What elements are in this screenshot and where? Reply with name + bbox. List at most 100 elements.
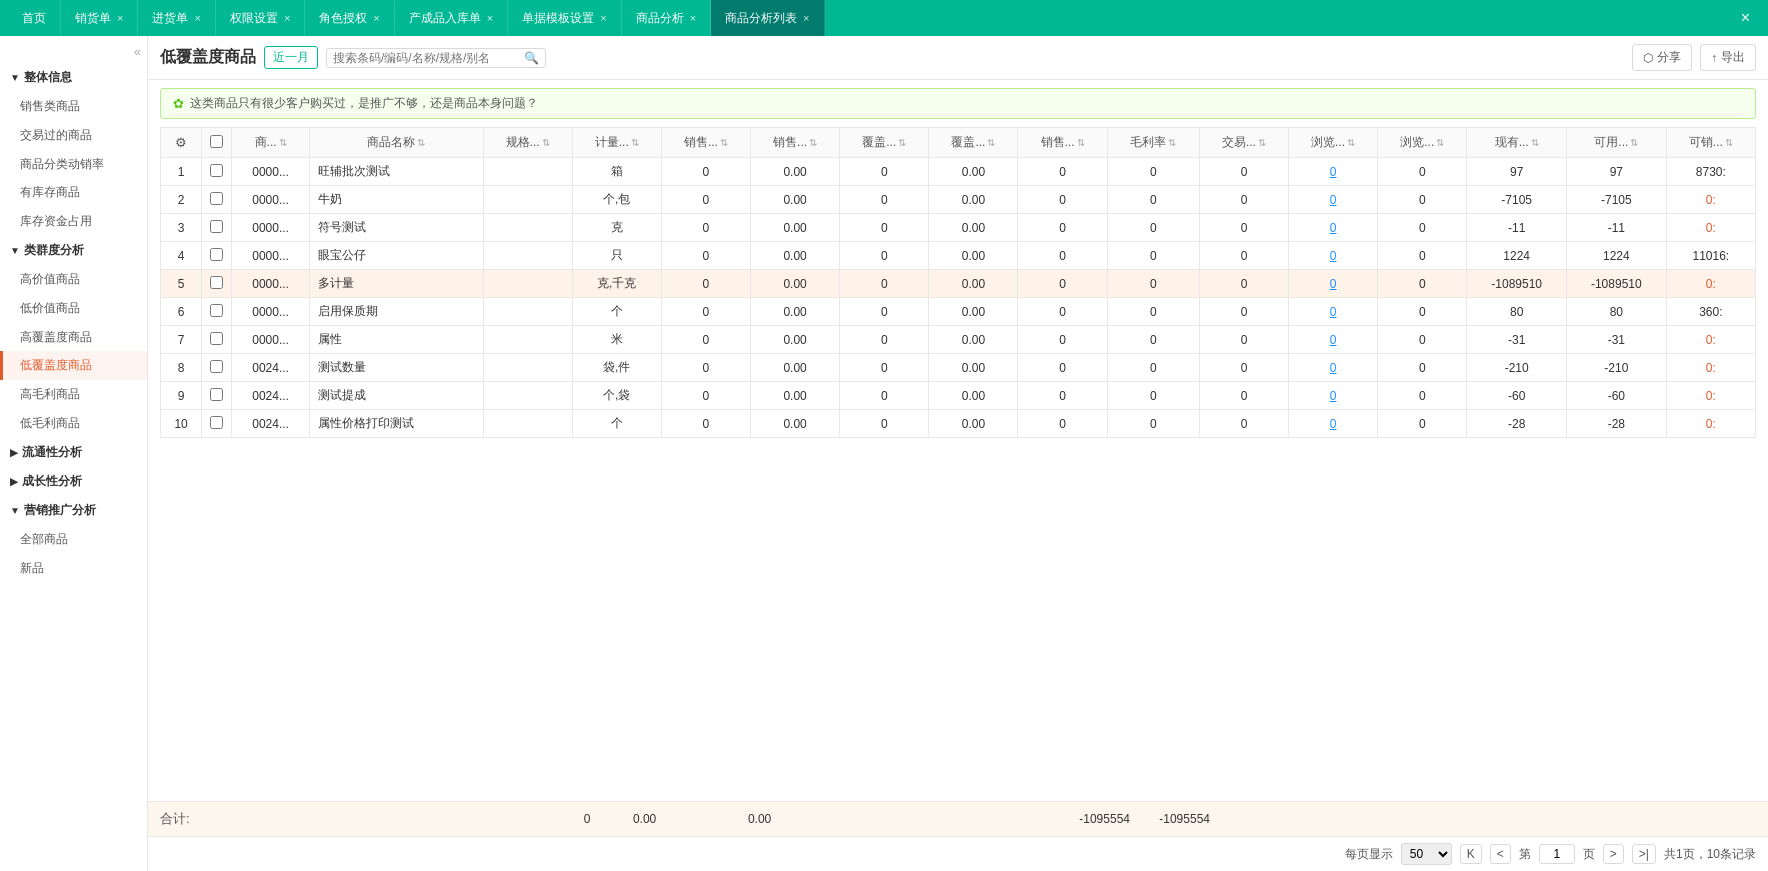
row-settings[interactable]: 1 xyxy=(161,158,202,186)
date-filter-button[interactable]: 近一月 xyxy=(264,46,318,69)
row-settings[interactable]: 10 xyxy=(161,410,202,438)
row-browse1-link[interactable]: 0 xyxy=(1289,298,1378,326)
row-checkbox[interactable] xyxy=(202,298,232,326)
row-browse1-link[interactable]: 0 xyxy=(1289,158,1378,186)
row-coverage1: 0 xyxy=(840,186,929,214)
row-browse1-link[interactable]: 0 xyxy=(1289,186,1378,214)
close-sales-order[interactable]: × xyxy=(117,12,123,24)
sidebar-item-all-products[interactable]: 全部商品 xyxy=(0,525,147,554)
export-button[interactable]: ↑ 导出 xyxy=(1700,44,1756,71)
row-browse1-link[interactable]: 0 xyxy=(1289,242,1378,270)
col-spec[interactable]: 规格...⇅ xyxy=(483,128,572,158)
col-name[interactable]: 商品名称⇅ xyxy=(309,128,483,158)
last-page-button[interactable]: >| xyxy=(1632,844,1656,864)
row-checkbox[interactable] xyxy=(202,354,232,382)
sidebar-item-traded-products[interactable]: 交易过的商品 xyxy=(0,121,147,150)
close-all-button[interactable]: × xyxy=(1731,9,1760,27)
col-trade[interactable]: 交易...⇅ xyxy=(1199,128,1288,158)
row-browse1-link[interactable]: 0 xyxy=(1289,326,1378,354)
row-settings[interactable]: 2 xyxy=(161,186,202,214)
nav-role-auth[interactable]: 角色授权 × xyxy=(305,0,394,36)
sidebar-item-high-coverage[interactable]: 高覆盖度商品 xyxy=(0,323,147,352)
sidebar-item-new-products[interactable]: 新品 xyxy=(0,554,147,583)
nav-permission-settings[interactable]: 权限设置 × xyxy=(216,0,305,36)
sidebar-section-growth[interactable]: ▶ 成长性分析 xyxy=(0,467,147,496)
nav-product-analysis-list[interactable]: 商品分析列表 × xyxy=(711,0,824,36)
row-settings[interactable]: 8 xyxy=(161,354,202,382)
row-checkbox[interactable] xyxy=(202,158,232,186)
close-template-settings[interactable]: × xyxy=(600,12,606,24)
prev-page-button[interactable]: < xyxy=(1490,844,1511,864)
col-available-stock[interactable]: 可用...⇅ xyxy=(1567,128,1667,158)
nav-home[interactable]: 首页 xyxy=(8,0,61,36)
row-checkbox[interactable] xyxy=(202,214,232,242)
col-code[interactable]: 商...⇅ xyxy=(232,128,310,158)
page-size-select[interactable]: 50 100 200 xyxy=(1401,843,1452,865)
sidebar-collapse-button[interactable]: « xyxy=(134,44,141,59)
col-settings[interactable]: ⚙ xyxy=(161,128,202,158)
row-settings[interactable]: 4 xyxy=(161,242,202,270)
table-container[interactable]: ⚙ 商...⇅ 商品名称⇅ 规格...⇅ 计量...⇅ 销售...⇅ 销售...… xyxy=(148,127,1768,801)
row-checkbox[interactable] xyxy=(202,410,232,438)
row-browse1-link[interactable]: 0 xyxy=(1289,270,1378,298)
row-coverage1: 0 xyxy=(840,354,929,382)
sidebar-item-capital-usage[interactable]: 库存资金占用 xyxy=(0,207,147,236)
sidebar-section-class-analysis[interactable]: ▼ 类群度分析 xyxy=(0,236,147,265)
row-checkbox[interactable] xyxy=(202,186,232,214)
col-browse2[interactable]: 浏览...⇅ xyxy=(1378,128,1467,158)
close-finished-goods[interactable]: × xyxy=(487,12,493,24)
close-product-analysis[interactable]: × xyxy=(690,12,696,24)
sidebar-item-category-rate[interactable]: 商品分类动销率 xyxy=(0,150,147,179)
col-saleable[interactable]: 可销...⇅ xyxy=(1666,128,1755,158)
col-sales3[interactable]: 销售...⇅ xyxy=(1018,128,1107,158)
row-browse1-link[interactable]: 0 xyxy=(1289,410,1378,438)
sidebar-item-sales-products[interactable]: 销售类商品 xyxy=(0,92,147,121)
row-checkbox[interactable] xyxy=(202,382,232,410)
search-input[interactable] xyxy=(333,51,524,65)
col-margin[interactable]: 毛利率⇅ xyxy=(1107,128,1199,158)
col-browse1[interactable]: 浏览...⇅ xyxy=(1289,128,1378,158)
sidebar-section-marketing[interactable]: ▼ 营销推广分析 xyxy=(0,496,147,525)
row-settings[interactable]: 6 xyxy=(161,298,202,326)
row-checkbox[interactable] xyxy=(202,326,232,354)
sidebar-item-low-margin[interactable]: 低毛利商品 xyxy=(0,409,147,438)
nav-template-settings[interactable]: 单据模板设置 × xyxy=(508,0,621,36)
col-sales-qty[interactable]: 销售...⇅ xyxy=(661,128,750,158)
row-settings[interactable]: 5 xyxy=(161,270,202,298)
row-settings[interactable]: 7 xyxy=(161,326,202,354)
row-checkbox[interactable] xyxy=(202,242,232,270)
first-page-button[interactable]: K xyxy=(1460,844,1482,864)
row-browse1-link[interactable]: 0 xyxy=(1289,354,1378,382)
col-unit[interactable]: 计量...⇅ xyxy=(572,128,661,158)
sidebar-item-low-value[interactable]: 低价值商品 xyxy=(0,294,147,323)
sidebar-section-overview[interactable]: ▼ 整体信息 xyxy=(0,63,147,92)
next-page-button[interactable]: > xyxy=(1603,844,1624,864)
nav-purchase-order[interactable]: 进货单 × xyxy=(138,0,215,36)
row-browse1-link[interactable]: 0 xyxy=(1289,382,1378,410)
settings-icon[interactable]: ⚙ xyxy=(175,135,187,150)
sidebar-item-low-coverage[interactable]: 低覆盖度商品 xyxy=(0,351,147,380)
close-role-auth[interactable]: × xyxy=(373,12,379,24)
sidebar-section-liquidity[interactable]: ▶ 流通性分析 xyxy=(0,438,147,467)
col-coverage2[interactable]: 覆盖...⇅ xyxy=(929,128,1018,158)
nav-product-analysis[interactable]: 商品分析 × xyxy=(622,0,711,36)
sidebar-item-stocked-products[interactable]: 有库存商品 xyxy=(0,178,147,207)
page-number-input[interactable] xyxy=(1539,844,1575,864)
col-coverage1[interactable]: 覆盖...⇅ xyxy=(840,128,929,158)
col-sales-amt[interactable]: 销售...⇅ xyxy=(751,128,840,158)
sidebar-item-high-margin[interactable]: 高毛利商品 xyxy=(0,380,147,409)
row-checkbox[interactable] xyxy=(202,270,232,298)
col-current-stock[interactable]: 现有...⇅ xyxy=(1467,128,1567,158)
row-browse1-link[interactable]: 0 xyxy=(1289,214,1378,242)
sidebar-item-high-value[interactable]: 高价值商品 xyxy=(0,265,147,294)
nav-sales-order[interactable]: 销货单 × xyxy=(61,0,138,36)
nav-finished-goods[interactable]: 产成品入库单 × xyxy=(395,0,508,36)
row-settings[interactable]: 9 xyxy=(161,382,202,410)
close-product-analysis-list[interactable]: × xyxy=(803,12,809,24)
select-all-checkbox[interactable] xyxy=(210,135,223,148)
close-permission-settings[interactable]: × xyxy=(284,12,290,24)
col-checkbox[interactable] xyxy=(202,128,232,158)
close-purchase-order[interactable]: × xyxy=(194,12,200,24)
row-settings[interactable]: 3 xyxy=(161,214,202,242)
share-button[interactable]: ⬡ 分享 xyxy=(1632,44,1692,71)
